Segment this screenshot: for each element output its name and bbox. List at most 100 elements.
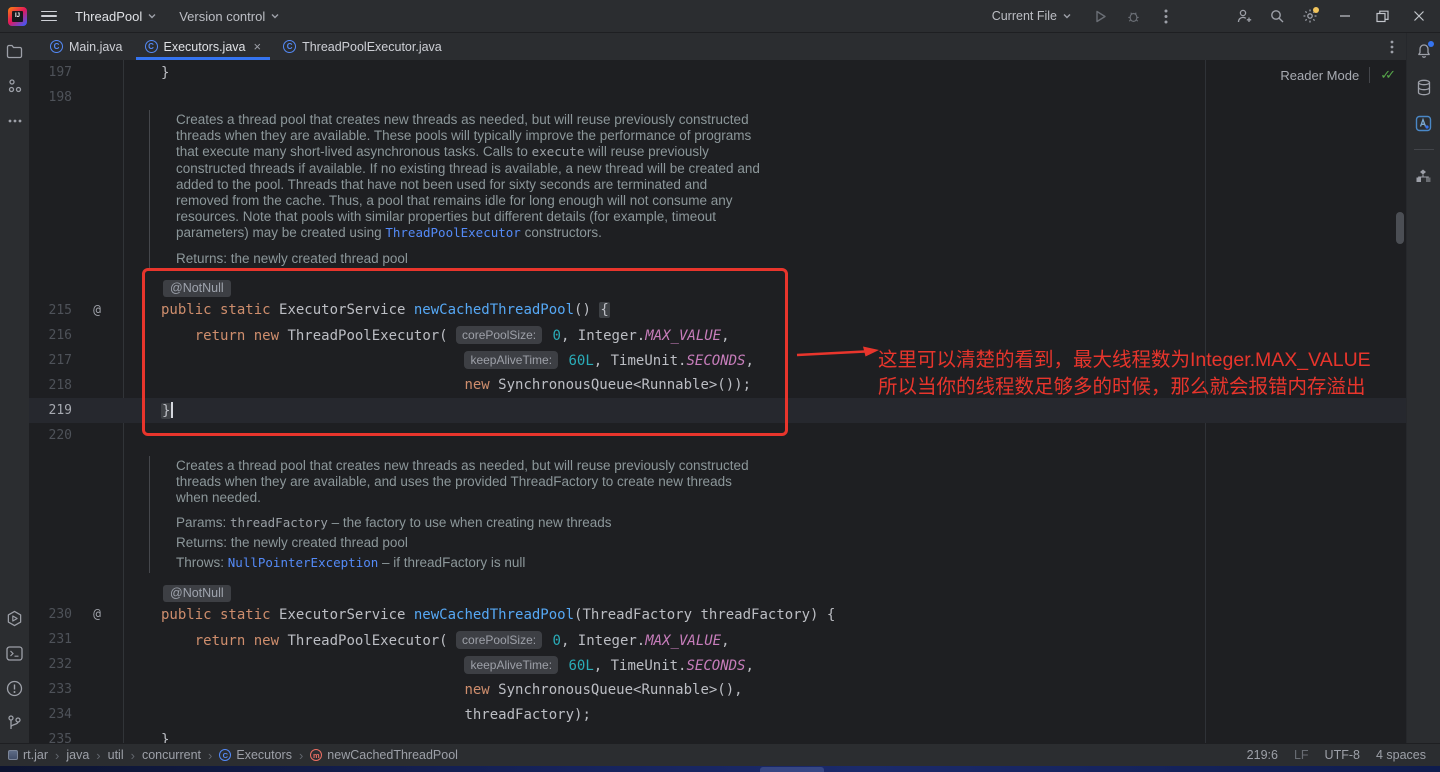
line-ending[interactable]: LF bbox=[1294, 748, 1309, 762]
external-annotation-chip[interactable]: @NotNull bbox=[163, 280, 231, 298]
inspections-ok-icon[interactable]: ✓✓ bbox=[1380, 67, 1396, 83]
tab-list: C Main.java C Executors.java × C ThreadPoolExe… bbox=[29, 33, 451, 60]
editor-line-235[interactable]: 235} bbox=[29, 727, 1406, 743]
reader-mode-widget[interactable]: Reader Mode ✓✓ bbox=[1280, 67, 1396, 83]
editor-line-232[interactable]: 232 keepAliveTime: 60L, TimeUnit.SECONDS… bbox=[29, 652, 1406, 677]
caret-position[interactable]: 219:6 bbox=[1247, 748, 1278, 762]
code-text[interactable]: public static ExecutorService newCachedT… bbox=[161, 607, 835, 623]
line-number[interactable]: 216 bbox=[29, 328, 72, 343]
breadcrumb-java[interactable]: java bbox=[66, 748, 89, 762]
code-text[interactable]: return new ThreadPoolExecutor( corePoolS… bbox=[161, 326, 730, 345]
terminal-icon[interactable] bbox=[5, 643, 25, 663]
database-icon[interactable] bbox=[1414, 77, 1434, 97]
file-encoding[interactable]: UTF-8 bbox=[1325, 748, 1360, 762]
code-text[interactable]: keepAliveTime: 60L, TimeUnit.SECONDS, bbox=[161, 655, 754, 674]
editor[interactable]: 197} 198 Creates a thread pool that create… bbox=[29, 60, 1406, 743]
line-number[interactable]: 215 bbox=[29, 303, 72, 318]
doc-link[interactable]: ThreadPoolExecutor bbox=[385, 225, 520, 240]
settings-icon[interactable] bbox=[1301, 7, 1319, 25]
project-widget[interactable]: ThreadPool bbox=[71, 6, 161, 27]
breadcrumb-separator: › bbox=[208, 747, 213, 763]
code-text[interactable]: keepAliveTime: 60L, TimeUnit.SECONDS, bbox=[161, 351, 754, 370]
code-text[interactable]: public static ExecutorService newCachedT… bbox=[161, 302, 610, 319]
editor-line-231[interactable]: 231 return new ThreadPoolExecutor( coreP… bbox=[29, 627, 1406, 652]
vcs-label: Version control bbox=[179, 8, 266, 24]
code-text[interactable]: new SynchronousQueue<Runnable>(), bbox=[161, 682, 742, 698]
tab-Executors.java[interactable]: C Executors.java × bbox=[135, 33, 271, 60]
editor-options-icon[interactable] bbox=[1390, 33, 1406, 60]
minimize-icon[interactable] bbox=[1334, 5, 1356, 27]
notifications-badge bbox=[1427, 41, 1434, 47]
more-tool-windows-icon[interactable] bbox=[5, 111, 25, 131]
notifications-bell-icon[interactable] bbox=[1414, 41, 1434, 61]
tab-Main.java[interactable]: C Main.java bbox=[41, 33, 132, 60]
doc-meta-line: Returns: the newly created thread pool bbox=[176, 250, 408, 266]
code-text[interactable]: } bbox=[161, 732, 169, 743]
restore-icon[interactable] bbox=[1371, 5, 1393, 27]
more-vertical-icon[interactable] bbox=[1157, 7, 1175, 25]
search-icon[interactable] bbox=[1268, 7, 1286, 25]
method-icon: m bbox=[310, 749, 323, 761]
run-configuration-selector[interactable]: Current File bbox=[988, 6, 1076, 26]
main-menu-icon[interactable] bbox=[41, 9, 57, 24]
vcs-widget[interactable]: Version control bbox=[175, 6, 284, 27]
chevron-down-icon bbox=[271, 14, 279, 19]
editor-line-230[interactable]: 230 @ public static ExecutorService newCac… bbox=[29, 602, 1406, 627]
line-number[interactable]: 198 bbox=[29, 90, 72, 105]
line-number[interactable]: 233 bbox=[29, 682, 72, 697]
annotation-gutter-icon: @ bbox=[93, 302, 101, 318]
breadcrumb-rt.jar[interactable]: rt.jar bbox=[8, 748, 48, 762]
line-number[interactable]: 197 bbox=[29, 65, 72, 80]
doc-line: threads when they are available. These p… bbox=[176, 128, 752, 144]
class-icon: C bbox=[144, 40, 158, 53]
indent-setting[interactable]: 4 spaces bbox=[1376, 748, 1426, 762]
editor-line-220[interactable]: 220 bbox=[29, 423, 1406, 448]
breadcrumb-concurrent[interactable]: concurrent bbox=[142, 748, 201, 762]
line-number[interactable]: 232 bbox=[29, 657, 72, 672]
code-text[interactable]: } bbox=[161, 65, 169, 81]
run-icon[interactable] bbox=[1091, 7, 1109, 25]
run-tool-window-icon[interactable] bbox=[5, 608, 25, 628]
external-annotation-chip[interactable]: @NotNull bbox=[163, 584, 231, 602]
tab-ThreadPoolExecutor.java[interactable]: C ThreadPoolExecutor.java bbox=[274, 33, 451, 60]
breadcrumb-label: rt.jar bbox=[23, 748, 48, 762]
line-number[interactable]: 230 bbox=[29, 607, 72, 622]
line-number[interactable]: 231 bbox=[29, 632, 72, 647]
editor-line-219[interactable]: 219} bbox=[29, 397, 1406, 423]
editor-line-197[interactable]: 197} bbox=[29, 60, 1406, 85]
line-number[interactable]: 219 bbox=[29, 403, 72, 418]
editor-line-215[interactable]: 215 @ public static ExecutorService newCac… bbox=[29, 298, 1406, 323]
add-user-icon[interactable] bbox=[1235, 7, 1253, 25]
commit-icon[interactable] bbox=[5, 76, 25, 96]
editor-line-233[interactable]: 233 new SynchronousQueue<Runnable>(), bbox=[29, 677, 1406, 702]
annotation-line-2: 所以当你的线程数足够多的时候，那么就会报错内存溢出 bbox=[878, 376, 1366, 398]
editor-scrollbar[interactable] bbox=[1396, 212, 1404, 244]
editor-line-234[interactable]: 234 threadFactory); bbox=[29, 702, 1406, 727]
doc-link[interactable]: NullPointerException bbox=[228, 555, 379, 570]
line-number[interactable]: 220 bbox=[29, 428, 72, 443]
close-tab-icon[interactable]: × bbox=[253, 39, 261, 54]
breadcrumb-Executors[interactable]: C Executors bbox=[219, 748, 292, 762]
doc-line: resources. Note that pools with similar … bbox=[176, 209, 716, 225]
editor-line-216[interactable]: 216 return new ThreadPoolExecutor( coreP… bbox=[29, 323, 1406, 348]
close-icon[interactable] bbox=[1408, 5, 1430, 27]
line-number[interactable]: 217 bbox=[29, 353, 72, 368]
line-number[interactable]: 218 bbox=[29, 378, 72, 393]
code-text[interactable]: threadFactory); bbox=[161, 707, 590, 723]
breadcrumb-label: newCachedThreadPool bbox=[327, 748, 458, 762]
code-text[interactable]: return new ThreadPoolExecutor( corePoolS… bbox=[161, 630, 730, 649]
git-branch-icon[interactable] bbox=[5, 713, 25, 733]
line-number[interactable]: 234 bbox=[29, 707, 72, 722]
line-number[interactable]: 235 bbox=[29, 732, 72, 743]
breadcrumb-util[interactable]: util bbox=[108, 748, 124, 762]
code-text[interactable]: new SynchronousQueue<Runnable>()); bbox=[161, 377, 751, 393]
breadcrumb-separator: › bbox=[130, 747, 135, 763]
project-folder-icon[interactable] bbox=[5, 41, 25, 61]
ai-translate-icon[interactable] bbox=[1414, 113, 1434, 133]
code-text[interactable]: } bbox=[161, 401, 174, 419]
modules-structure-icon[interactable] bbox=[1414, 166, 1434, 186]
debug-icon[interactable] bbox=[1124, 7, 1142, 25]
breadcrumb-newCachedThreadPool[interactable]: m newCachedThreadPool bbox=[310, 748, 458, 762]
editor-line-198[interactable]: 198 bbox=[29, 85, 1406, 110]
problems-icon[interactable] bbox=[5, 678, 25, 698]
